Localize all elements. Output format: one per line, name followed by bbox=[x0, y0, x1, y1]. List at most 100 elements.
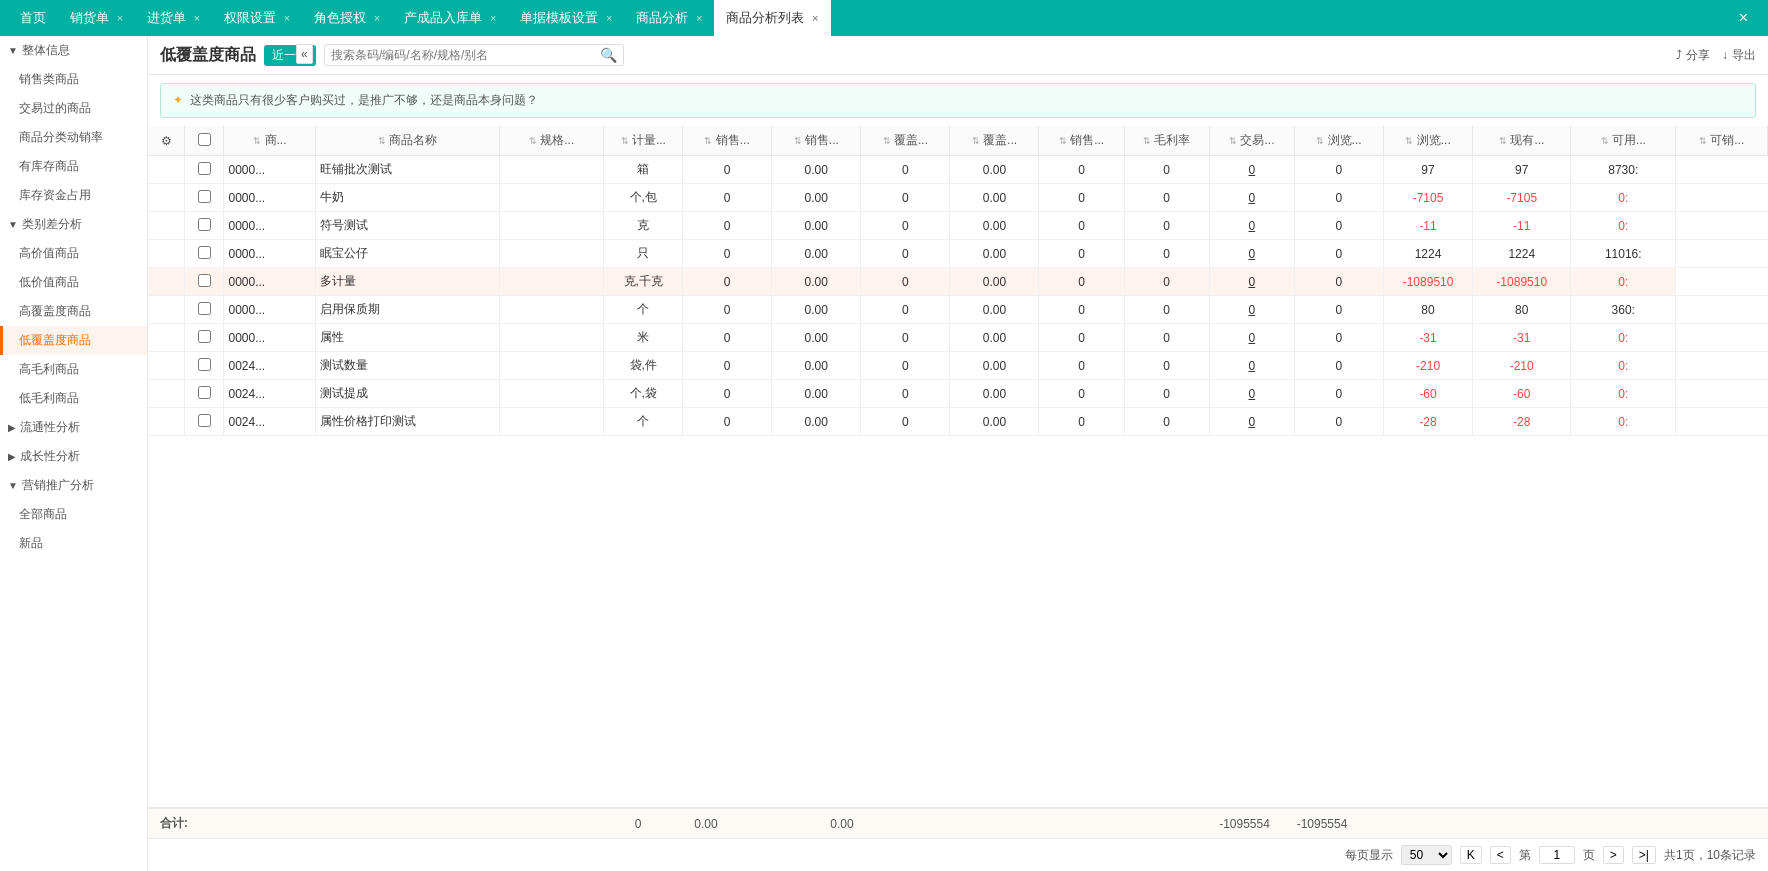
row-checkbox[interactable] bbox=[185, 240, 224, 268]
window-close-button[interactable]: × bbox=[1727, 9, 1760, 27]
close-analysis-tab[interactable]: × bbox=[696, 12, 702, 24]
nav-permissions[interactable]: 权限设置 × bbox=[212, 0, 302, 36]
sidebar-item-high-value[interactable]: 高价值商品 bbox=[0, 239, 147, 268]
row-checkbox[interactable] bbox=[185, 380, 224, 408]
sidebar-item-category-rate[interactable]: 商品分类动销率 bbox=[0, 123, 147, 152]
sidebar-item-traded-products[interactable]: 交易过的商品 bbox=[0, 94, 147, 123]
col-sales2-header[interactable]: ⇅ 销售... bbox=[772, 126, 861, 156]
nav-product-analysis[interactable]: 商品分析 × bbox=[624, 0, 714, 36]
col-profit-header[interactable]: ⇅ 毛利率 bbox=[1124, 126, 1209, 156]
col-browse2-header[interactable]: ⇅ 浏览... bbox=[1384, 126, 1473, 156]
col-browse1-header[interactable]: ⇅ 浏览... bbox=[1294, 126, 1383, 156]
export-button[interactable]: ↓ 导出 bbox=[1722, 47, 1756, 64]
sidebar-item-inventory-products[interactable]: 有库存商品 bbox=[0, 152, 147, 181]
row-col11[interactable]: 0 bbox=[1209, 184, 1294, 212]
row-col11[interactable]: 0 bbox=[1209, 352, 1294, 380]
close-purchase-tab[interactable]: × bbox=[194, 12, 200, 24]
sidebar-section-overview[interactable]: ▼ 整体信息 bbox=[0, 36, 147, 65]
close-sales-tab[interactable]: × bbox=[117, 12, 123, 24]
settings-column-header[interactable]: ⚙ bbox=[148, 126, 185, 156]
checkbox-column-header[interactable] bbox=[185, 126, 224, 156]
sidebar-item-inventory-capital[interactable]: 库存资金占用 bbox=[0, 181, 147, 210]
col-sales3-header[interactable]: ⇅ 销售... bbox=[1039, 126, 1124, 156]
page-label: 第 bbox=[1519, 847, 1531, 864]
row-checkbox[interactable] bbox=[185, 212, 224, 240]
search-input[interactable] bbox=[331, 48, 600, 62]
nav-home[interactable]: 首页 bbox=[8, 0, 58, 36]
row-col5: 0 bbox=[683, 240, 772, 268]
row-checkbox[interactable] bbox=[185, 324, 224, 352]
col-coverage1-header[interactable]: ⇅ 覆盖... bbox=[861, 126, 950, 156]
row-col12: 0 bbox=[1294, 380, 1383, 408]
sidebar-item-all-products[interactable]: 全部商品 bbox=[0, 500, 147, 529]
close-template-tab[interactable]: × bbox=[606, 12, 612, 24]
col-current-header[interactable]: ⇅ 现有... bbox=[1473, 126, 1571, 156]
nav-product-warehouse[interactable]: 产成品入库单 × bbox=[392, 0, 508, 36]
col-code-header[interactable]: ⇅ 商... bbox=[224, 126, 316, 156]
close-analysis-list-tab[interactable]: × bbox=[812, 12, 818, 24]
row-col11[interactable]: 0 bbox=[1209, 212, 1294, 240]
first-page-button[interactable]: K bbox=[1460, 846, 1482, 864]
row-col9: 0 bbox=[1039, 240, 1124, 268]
page-size-select[interactable]: 50 100 200 bbox=[1401, 845, 1452, 865]
share-button[interactable]: ⤴ 分享 bbox=[1676, 47, 1710, 64]
col-sales1-header[interactable]: ⇅ 销售... bbox=[683, 126, 772, 156]
row-col10: 0 bbox=[1124, 296, 1209, 324]
nav-purchase[interactable]: 进货单 × bbox=[135, 0, 212, 36]
nav-role-auth[interactable]: 角色授权 × bbox=[302, 0, 392, 36]
row-col11[interactable]: 0 bbox=[1209, 324, 1294, 352]
sidebar-section-marketing[interactable]: ▼ 营销推广分析 bbox=[0, 471, 147, 500]
col-sellable-header[interactable]: ⇅ 可销... bbox=[1676, 126, 1768, 156]
row-checkbox[interactable] bbox=[185, 352, 224, 380]
row-checkbox[interactable] bbox=[185, 268, 224, 296]
data-table-container[interactable]: ⚙ ⇅ 商... ⇅ 商品名称 ⇅ 规格... ⇅ 计量... ⇅ 销售... … bbox=[148, 126, 1768, 807]
close-product-tab[interactable]: × bbox=[490, 12, 496, 24]
next-page-button[interactable]: > bbox=[1603, 846, 1624, 864]
close-role-tab[interactable]: × bbox=[374, 12, 380, 24]
row-col12: 0 bbox=[1294, 268, 1383, 296]
sidebar-item-low-coverage[interactable]: 低覆盖度商品 bbox=[0, 326, 147, 355]
sidebar-section-growth[interactable]: ▶ 成长性分析 bbox=[0, 442, 147, 471]
row-col11[interactable]: 0 bbox=[1209, 408, 1294, 436]
row-checkbox[interactable] bbox=[185, 296, 224, 324]
search-box[interactable]: 🔍 bbox=[324, 44, 624, 66]
select-all-checkbox[interactable] bbox=[198, 133, 211, 146]
nav-product-analysis-list[interactable]: 商品分析列表 × bbox=[714, 0, 830, 36]
row-col11[interactable]: 0 bbox=[1209, 240, 1294, 268]
col-available-header[interactable]: ⇅ 可用... bbox=[1571, 126, 1676, 156]
row-col11[interactable]: 0 bbox=[1209, 268, 1294, 296]
nav-sales[interactable]: 销货单 × bbox=[58, 0, 135, 36]
row-unit: 箱 bbox=[604, 156, 683, 184]
current-page-input[interactable] bbox=[1539, 846, 1575, 864]
row-name: 旺铺批次测试 bbox=[316, 156, 499, 184]
sidebar-item-sales-products[interactable]: 销售类商品 bbox=[0, 65, 147, 94]
sidebar-item-new-products[interactable]: 新品 bbox=[0, 529, 147, 558]
row-col14: -1089510 bbox=[1473, 268, 1571, 296]
sidebar-section-category-diff[interactable]: ▼ 类别差分析 bbox=[0, 210, 147, 239]
row-col6: 0.00 bbox=[772, 380, 861, 408]
col-unit-header[interactable]: ⇅ 计量... bbox=[604, 126, 683, 156]
sidebar-collapse-button[interactable]: « bbox=[296, 44, 313, 64]
row-checkbox[interactable] bbox=[185, 408, 224, 436]
main-layout: ▼ 整体信息 销售类商品 交易过的商品 商品分类动销率 有库存商品 库存资金占用… bbox=[0, 36, 1768, 871]
col-trade-header[interactable]: ⇅ 交易... bbox=[1209, 126, 1294, 156]
row-col12: 0 bbox=[1294, 408, 1383, 436]
sidebar-item-high-profit[interactable]: 高毛利商品 bbox=[0, 355, 147, 384]
row-col11[interactable]: 0 bbox=[1209, 380, 1294, 408]
sidebar-section-circulation[interactable]: ▶ 流通性分析 bbox=[0, 413, 147, 442]
col-coverage2-header[interactable]: ⇅ 覆盖... bbox=[950, 126, 1039, 156]
last-page-button[interactable]: >| bbox=[1632, 846, 1656, 864]
nav-template[interactable]: 单据模板设置 × bbox=[508, 0, 624, 36]
sidebar-item-high-coverage[interactable]: 高覆盖度商品 bbox=[0, 297, 147, 326]
sidebar-item-low-value[interactable]: 低价值商品 bbox=[0, 268, 147, 297]
row-col11[interactable]: 0 bbox=[1209, 156, 1294, 184]
row-col11[interactable]: 0 bbox=[1209, 296, 1294, 324]
col-name-header[interactable]: ⇅ 商品名称 bbox=[316, 126, 499, 156]
row-checkbox[interactable] bbox=[185, 184, 224, 212]
col-spec-header[interactable]: ⇅ 规格... bbox=[499, 126, 604, 156]
close-permissions-tab[interactable]: × bbox=[284, 12, 290, 24]
sidebar-item-low-profit[interactable]: 低毛利商品 bbox=[0, 384, 147, 413]
prev-page-button[interactable]: < bbox=[1490, 846, 1511, 864]
row-checkbox[interactable] bbox=[185, 156, 224, 184]
row-col6: 0.00 bbox=[772, 408, 861, 436]
